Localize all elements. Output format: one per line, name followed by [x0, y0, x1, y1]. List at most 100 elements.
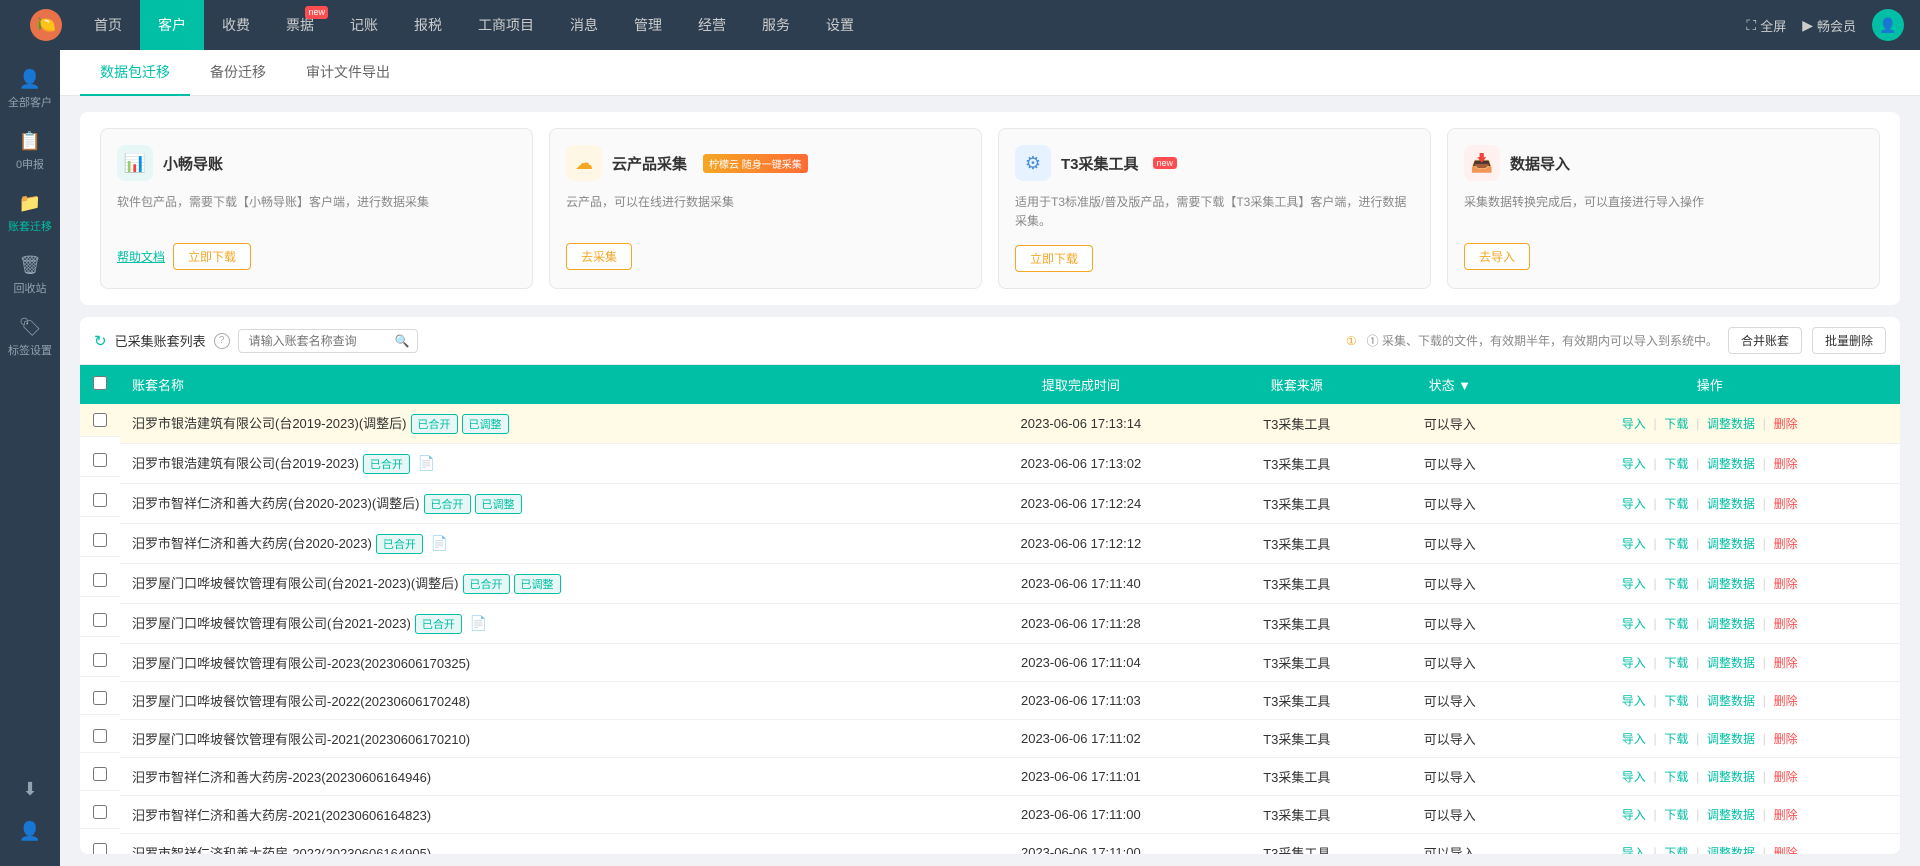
nav-item-charge[interactable]: 收费 [204, 0, 268, 50]
row-op-下载[interactable]: 下载 [1664, 497, 1688, 511]
tab-audit-export[interactable]: 审计文件导出 [286, 50, 410, 96]
row-op-下载[interactable]: 下载 [1664, 732, 1688, 746]
nav-item-business[interactable]: 工商项目 [460, 0, 552, 50]
row-op-导入[interactable]: 导入 [1622, 808, 1646, 822]
dataimport-import-btn[interactable]: 去导入 [1464, 243, 1530, 270]
row-op-导入[interactable]: 导入 [1622, 537, 1646, 551]
tab-data-migration[interactable]: 数据包迁移 [80, 50, 190, 96]
nav-item-invoice[interactable]: 票据 new [268, 0, 332, 50]
col-status[interactable]: 状态 ▼ [1380, 365, 1519, 404]
row-checkbox[interactable] [93, 843, 107, 854]
row-op-删除[interactable]: 删除 [1774, 577, 1798, 591]
row-op-下载[interactable]: 下载 [1664, 577, 1688, 591]
row-checkbox[interactable] [93, 533, 107, 547]
row-op-调整数据[interactable]: 调整数据 [1707, 417, 1755, 431]
row-op-删除[interactable]: 删除 [1774, 694, 1798, 708]
nav-item-customer[interactable]: 客户 [140, 0, 204, 50]
member-btn[interactable]: ▶ 畅会员 [1802, 16, 1856, 35]
fullscreen-btn[interactable]: ⛶ 全屏 [1746, 16, 1786, 35]
row-op-调整数据[interactable]: 调整数据 [1707, 577, 1755, 591]
row-op-下载[interactable]: 下载 [1664, 846, 1688, 854]
nav-item-tax[interactable]: 报税 [396, 0, 460, 50]
nav-item-message[interactable]: 消息 [552, 0, 616, 50]
table-scroll[interactable]: 账套名称 提取完成时间 账套来源 状态 ▼ 操作 汨罗市银浩建筑有限公司(台20… [80, 365, 1900, 854]
row-op-下载[interactable]: 下载 [1664, 417, 1688, 431]
xiaochangzhang-help-link[interactable]: 帮助文档 [117, 248, 165, 265]
row-op-下载[interactable]: 下载 [1664, 617, 1688, 631]
sidebar-item-all-customers[interactable]: 👤 全部客户 [2, 60, 58, 118]
help-question-icon[interactable]: ? [214, 333, 230, 349]
row-op-调整数据[interactable]: 调整数据 [1707, 457, 1755, 471]
row-op-删除[interactable]: 删除 [1774, 732, 1798, 746]
refresh-icon[interactable]: ↻ [94, 332, 107, 350]
row-op-导入[interactable]: 导入 [1622, 457, 1646, 471]
row-checkbox[interactable] [93, 453, 107, 467]
search-input[interactable] [238, 329, 418, 353]
row-op-调整数据[interactable]: 调整数据 [1707, 537, 1755, 551]
row-op-删除[interactable]: 删除 [1774, 770, 1798, 784]
row-op-删除[interactable]: 删除 [1774, 417, 1798, 431]
row-op-下载[interactable]: 下载 [1664, 656, 1688, 670]
row-op-导入[interactable]: 导入 [1622, 577, 1646, 591]
sidebar-item-zero-report[interactable]: 📋 0申报 [2, 122, 58, 180]
avatar[interactable]: 👤 [1872, 9, 1904, 41]
row-op-删除[interactable]: 删除 [1774, 808, 1798, 822]
col-checkbox[interactable] [80, 365, 120, 404]
row-op-导入[interactable]: 导入 [1622, 846, 1646, 854]
row-op-下载[interactable]: 下载 [1664, 457, 1688, 471]
row-op-调整数据[interactable]: 调整数据 [1707, 846, 1755, 854]
row-checkbox[interactable] [93, 413, 107, 427]
sidebar-item-tag-setting[interactable]: 🏷 标签设置 [2, 308, 58, 366]
col-time[interactable]: 提取完成时间 [948, 365, 1213, 404]
row-op-删除[interactable]: 删除 [1774, 457, 1798, 471]
row-op-导入[interactable]: 导入 [1622, 656, 1646, 670]
nav-item-service[interactable]: 服务 [744, 0, 808, 50]
merge-accounts-btn[interactable]: 合并账套 [1728, 327, 1802, 354]
batch-delete-btn[interactable]: 批量删除 [1812, 327, 1886, 354]
row-op-调整数据[interactable]: 调整数据 [1707, 732, 1755, 746]
row-op-调整数据[interactable]: 调整数据 [1707, 694, 1755, 708]
xiaochangzhang-download-btn[interactable]: 立即下载 [173, 243, 251, 270]
tab-backup-migration[interactable]: 备份迁移 [190, 50, 286, 96]
row-op-导入[interactable]: 导入 [1622, 694, 1646, 708]
row-checkbox[interactable] [93, 691, 107, 705]
row-op-下载[interactable]: 下载 [1664, 808, 1688, 822]
row-op-导入[interactable]: 导入 [1622, 770, 1646, 784]
nav-item-manage[interactable]: 管理 [616, 0, 680, 50]
row-op-删除[interactable]: 删除 [1774, 656, 1798, 670]
row-checkbox[interactable] [93, 653, 107, 667]
row-checkbox[interactable] [93, 729, 107, 743]
nav-item-setting[interactable]: 设置 [808, 0, 872, 50]
row-checkbox[interactable] [93, 613, 107, 627]
nav-item-home[interactable]: 首页 [76, 0, 140, 50]
row-checkbox[interactable] [93, 573, 107, 587]
row-op-调整数据[interactable]: 调整数据 [1707, 497, 1755, 511]
sidebar-item-account-migration[interactable]: 📁 账套迁移 [2, 184, 58, 242]
row-op-导入[interactable]: 导入 [1622, 617, 1646, 631]
row-op-导入[interactable]: 导入 [1622, 497, 1646, 511]
logo-icon[interactable]: 🍋 [30, 9, 62, 41]
row-op-调整数据[interactable]: 调整数据 [1707, 617, 1755, 631]
yunproduct-collect-btn[interactable]: 去采集 [566, 243, 632, 270]
row-op-删除[interactable]: 删除 [1774, 617, 1798, 631]
t3tool-download-btn[interactable]: 立即下载 [1015, 245, 1093, 272]
row-op-调整数据[interactable]: 调整数据 [1707, 656, 1755, 670]
nav-item-bookkeep[interactable]: 记账 [332, 0, 396, 50]
sidebar-item-recycle[interactable]: 🗑 回收站 [2, 246, 58, 304]
row-op-调整数据[interactable]: 调整数据 [1707, 770, 1755, 784]
row-checkbox[interactable] [93, 493, 107, 507]
sidebar-item-user[interactable]: 👤 [2, 812, 58, 850]
row-op-下载[interactable]: 下载 [1664, 770, 1688, 784]
row-op-导入[interactable]: 导入 [1622, 732, 1646, 746]
select-all-checkbox[interactable] [93, 376, 107, 390]
row-op-下载[interactable]: 下载 [1664, 694, 1688, 708]
sidebar-item-download[interactable]: ⬇ [2, 770, 58, 808]
row-op-导入[interactable]: 导入 [1622, 417, 1646, 431]
row-op-删除[interactable]: 删除 [1774, 846, 1798, 854]
row-checkbox[interactable] [93, 805, 107, 819]
row-op-下载[interactable]: 下载 [1664, 537, 1688, 551]
row-op-删除[interactable]: 删除 [1774, 537, 1798, 551]
row-checkbox[interactable] [93, 767, 107, 781]
row-op-调整数据[interactable]: 调整数据 [1707, 808, 1755, 822]
nav-item-operation[interactable]: 经营 [680, 0, 744, 50]
